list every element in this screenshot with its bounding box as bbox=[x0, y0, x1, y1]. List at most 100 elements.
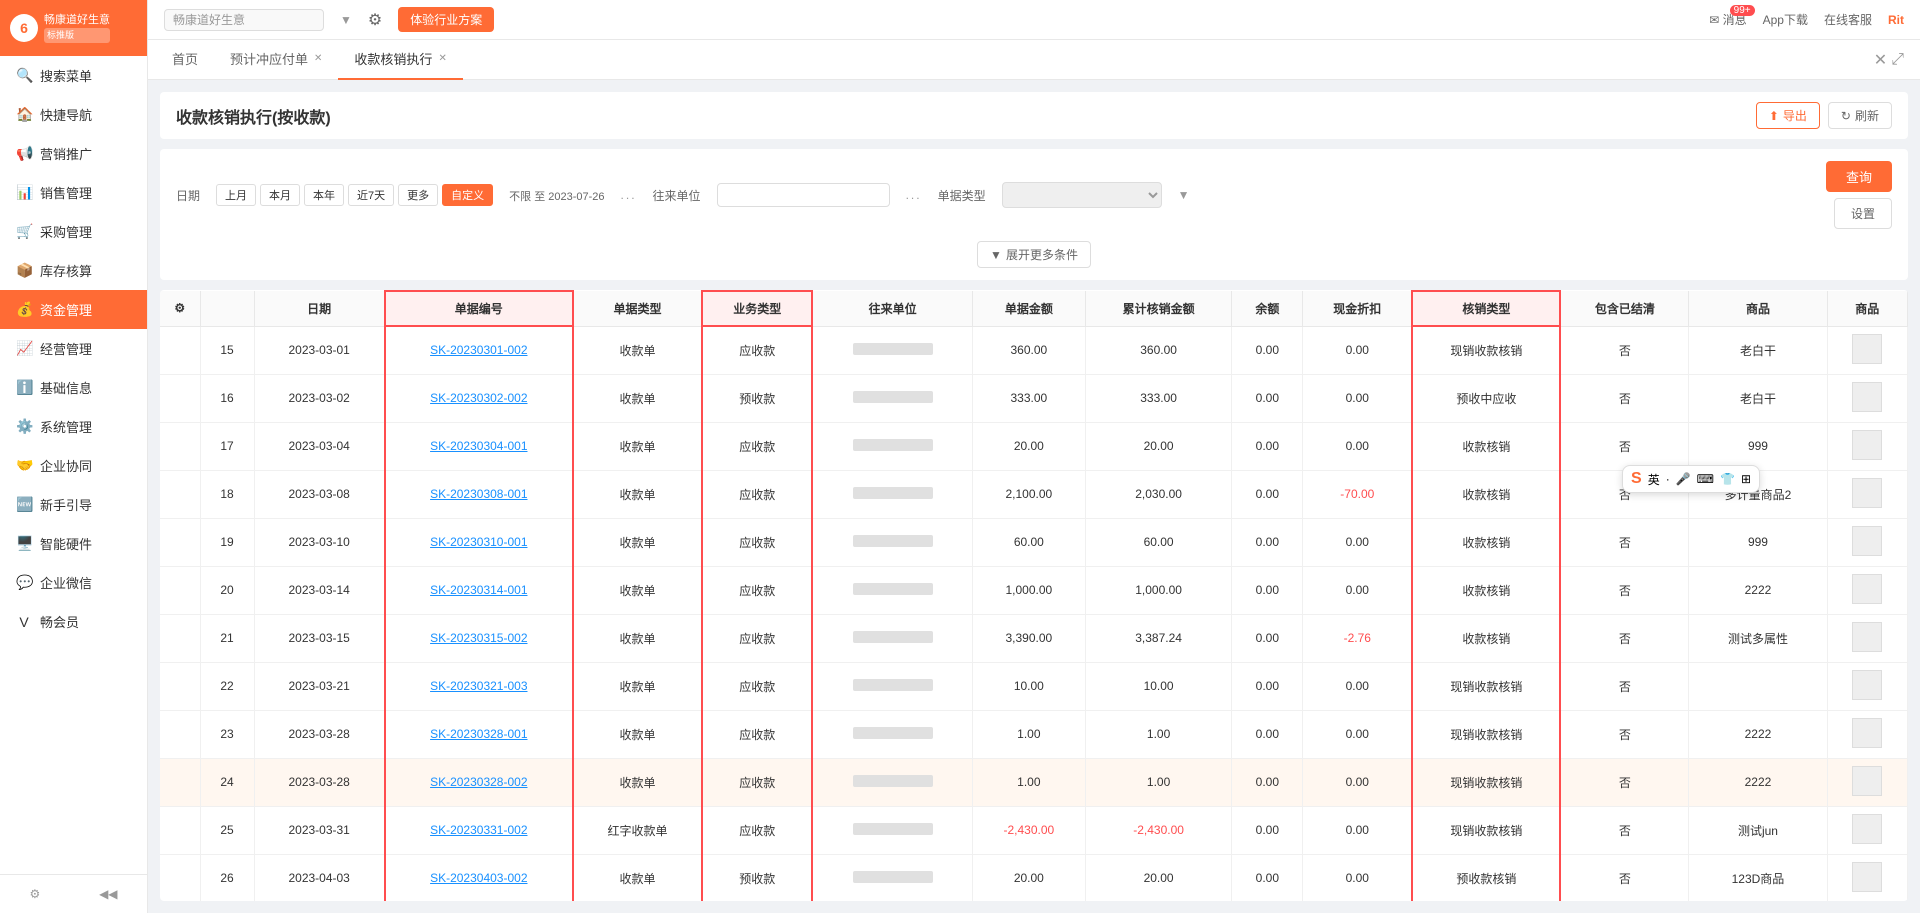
cell-verified-amount: 2,030.00 bbox=[1085, 470, 1232, 518]
logo-text: 畅康道好生意 bbox=[44, 13, 110, 28]
date-this-month[interactable]: 本月 bbox=[260, 184, 300, 206]
refresh-button[interactable]: ↻ 刷新 bbox=[1828, 102, 1892, 129]
sidebar-label-basic: 基础信息 bbox=[40, 378, 92, 397]
tab-home[interactable]: 首页 bbox=[156, 40, 214, 80]
solution-button[interactable]: 体验行业方案 bbox=[398, 7, 494, 32]
cell-product2 bbox=[1827, 374, 1907, 422]
cell-include-settled: 否 bbox=[1560, 326, 1688, 374]
cell-amount: 10.00 bbox=[972, 662, 1085, 710]
col-settings[interactable]: ⚙ bbox=[160, 291, 200, 326]
doc-no-link[interactable]: SK-20230328-001 bbox=[430, 727, 527, 741]
sidebar-item-guide[interactable]: 🆕 新手引导 bbox=[0, 485, 147, 524]
cell-settings bbox=[160, 326, 200, 374]
cell-verified-amount: 60.00 bbox=[1085, 518, 1232, 566]
sidebar-item-search[interactable]: 🔍 搜索菜单 bbox=[0, 56, 147, 95]
filter-settings-button[interactable]: 设置 bbox=[1834, 198, 1892, 229]
cell-doc-no: SK-20230328-001 bbox=[385, 710, 573, 758]
keyboard-icon[interactable]: ⌨ bbox=[1697, 472, 1714, 486]
sidebar-label-marketing: 营销推广 bbox=[40, 144, 92, 163]
sidebar-item-corp[interactable]: 🤝 企业协同 bbox=[0, 446, 147, 485]
system-icon: ⚙️ bbox=[16, 418, 32, 435]
logo-badge: 标推版 bbox=[44, 28, 110, 43]
sidebar-item-system[interactable]: ⚙️ 系统管理 bbox=[0, 407, 147, 446]
table-row: 22 2023-03-21 SK-20230321-003 收款单 应收款 10… bbox=[160, 662, 1908, 710]
shirt-icon[interactable]: 👕 bbox=[1720, 472, 1735, 486]
sidebar-item-purchase[interactable]: 🛒 采购管理 bbox=[0, 212, 147, 251]
cell-product: 2222 bbox=[1689, 710, 1827, 758]
cell-balance: 0.00 bbox=[1232, 854, 1303, 901]
doc-type-select[interactable] bbox=[1002, 182, 1162, 208]
partner-filter-input[interactable] bbox=[717, 183, 890, 207]
query-button[interactable]: 查询 bbox=[1826, 161, 1892, 192]
marketing-icon: 📢 bbox=[16, 145, 32, 162]
cell-balance: 0.00 bbox=[1232, 710, 1303, 758]
date-more[interactable]: 更多 bbox=[398, 184, 438, 206]
doc-no-link[interactable]: SK-20230302-002 bbox=[430, 391, 527, 405]
topbar-gear-icon[interactable]: ⚙ bbox=[368, 10, 382, 30]
col-cash-discount: 现金折扣 bbox=[1303, 291, 1413, 326]
export-button[interactable]: ⬆ 导出 bbox=[1756, 102, 1820, 129]
date-custom-button[interactable]: 自定义 bbox=[442, 184, 493, 206]
cell-row-num: 26 bbox=[200, 854, 254, 901]
topbar-dropdown-arrow[interactable]: ▼ bbox=[340, 13, 352, 27]
cell-cash-discount: -2.76 bbox=[1303, 614, 1413, 662]
doc-no-link[interactable]: SK-20230403-002 bbox=[430, 871, 527, 885]
col-row-num bbox=[200, 291, 254, 326]
sidebar-item-nav[interactable]: 🏠 快捷导航 bbox=[0, 95, 147, 134]
cell-biz-type: 应收款 bbox=[702, 662, 812, 710]
mic-icon[interactable]: 🎤 bbox=[1676, 472, 1691, 486]
date-last-7-days[interactable]: 近7天 bbox=[348, 184, 394, 206]
table-row: 19 2023-03-10 SK-20230310-001 收款单 应收款 60… bbox=[160, 518, 1908, 566]
date-quick-buttons: 上月 本月 本年 近7天 更多 自定义 bbox=[216, 184, 493, 206]
settings-bottom-icon[interactable]: ⚙ bbox=[21, 883, 48, 905]
cell-doc-no: SK-20230308-001 bbox=[385, 470, 573, 518]
tab-payable[interactable]: 预计冲应付单 ✕ bbox=[214, 40, 338, 80]
sidebar-item-member[interactable]: V 畅会员 bbox=[0, 602, 147, 641]
sidebar-item-sales[interactable]: 📊 销售管理 bbox=[0, 173, 147, 212]
cell-doc-type: 收款单 bbox=[573, 326, 702, 374]
tab-payable-close[interactable]: ✕ bbox=[314, 53, 322, 64]
doc-no-link[interactable]: SK-20230310-001 bbox=[430, 535, 527, 549]
cell-cash-discount: -70.00 bbox=[1303, 470, 1413, 518]
cell-include-settled: 否 bbox=[1560, 806, 1688, 854]
doc-no-link[interactable]: SK-20230315-002 bbox=[430, 631, 527, 645]
tab-bar-close[interactable]: ✕ ⤢ bbox=[1874, 50, 1912, 70]
app-download-link[interactable]: App下载 bbox=[1763, 11, 1808, 28]
doc-no-link[interactable]: SK-20230304-001 bbox=[430, 439, 527, 453]
online-service-link[interactable]: 在线客服 bbox=[1824, 11, 1872, 28]
cell-amount: 60.00 bbox=[972, 518, 1085, 566]
sidebar-item-wechat[interactable]: 💬 企业微信 bbox=[0, 563, 147, 602]
doc-no-link[interactable]: SK-20230314-001 bbox=[430, 583, 527, 597]
doc-no-link[interactable]: SK-20230301-002 bbox=[430, 343, 527, 357]
topbar-search-input[interactable] bbox=[164, 9, 324, 31]
tab-receipt[interactable]: 收款核销执行 ✕ bbox=[338, 40, 462, 80]
message-icon-area[interactable]: ✉ 99+ 消息 bbox=[1709, 11, 1746, 28]
collapse-icon[interactable]: ◀◀ bbox=[91, 883, 125, 905]
doc-no-link[interactable]: SK-20230328-002 bbox=[430, 775, 527, 789]
sidebar-item-basic[interactable]: ℹ️ 基础信息 bbox=[0, 368, 147, 407]
user-info[interactable]: Rit bbox=[1888, 13, 1904, 27]
cell-amount: 3,390.00 bbox=[972, 614, 1085, 662]
sidebar-item-hardware[interactable]: 🖥️ 智能硬件 bbox=[0, 524, 147, 563]
cell-partner bbox=[812, 566, 972, 614]
expand-conditions-button[interactable]: ▼ 展开更多条件 bbox=[977, 241, 1091, 268]
doc-no-link[interactable]: SK-20230321-003 bbox=[430, 679, 527, 693]
sidebar-item-finance[interactable]: 💰 资金管理 bbox=[0, 290, 147, 329]
cell-row-num: 18 bbox=[200, 470, 254, 518]
cell-doc-type: 收款单 bbox=[573, 374, 702, 422]
tab-receipt-close[interactable]: ✕ bbox=[438, 53, 446, 64]
cell-biz-type: 应收款 bbox=[702, 710, 812, 758]
sidebar-item-marketing[interactable]: 📢 营销推广 bbox=[0, 134, 147, 173]
date-last-month[interactable]: 上月 bbox=[216, 184, 256, 206]
col-product2: 商品 bbox=[1827, 291, 1907, 326]
sidebar-item-inventory[interactable]: 📦 库存核算 bbox=[0, 251, 147, 290]
data-table: ⚙ 日期 单据编号 单据类型 业务类型 往来单位 单据金额 累计核销金额 余额 … bbox=[160, 290, 1908, 901]
cell-biz-type: 应收款 bbox=[702, 758, 812, 806]
date-this-year[interactable]: 本年 bbox=[304, 184, 344, 206]
cell-product2 bbox=[1827, 854, 1907, 901]
grid-icon[interactable]: ⊞ bbox=[1741, 472, 1751, 486]
sidebar-item-operations[interactable]: 📈 经营管理 bbox=[0, 329, 147, 368]
doc-no-link[interactable]: SK-20230308-001 bbox=[430, 487, 527, 501]
table-header-row: ⚙ 日期 单据编号 单据类型 业务类型 往来单位 单据金额 累计核销金额 余额 … bbox=[160, 291, 1908, 326]
doc-no-link[interactable]: SK-20230331-002 bbox=[430, 823, 527, 837]
